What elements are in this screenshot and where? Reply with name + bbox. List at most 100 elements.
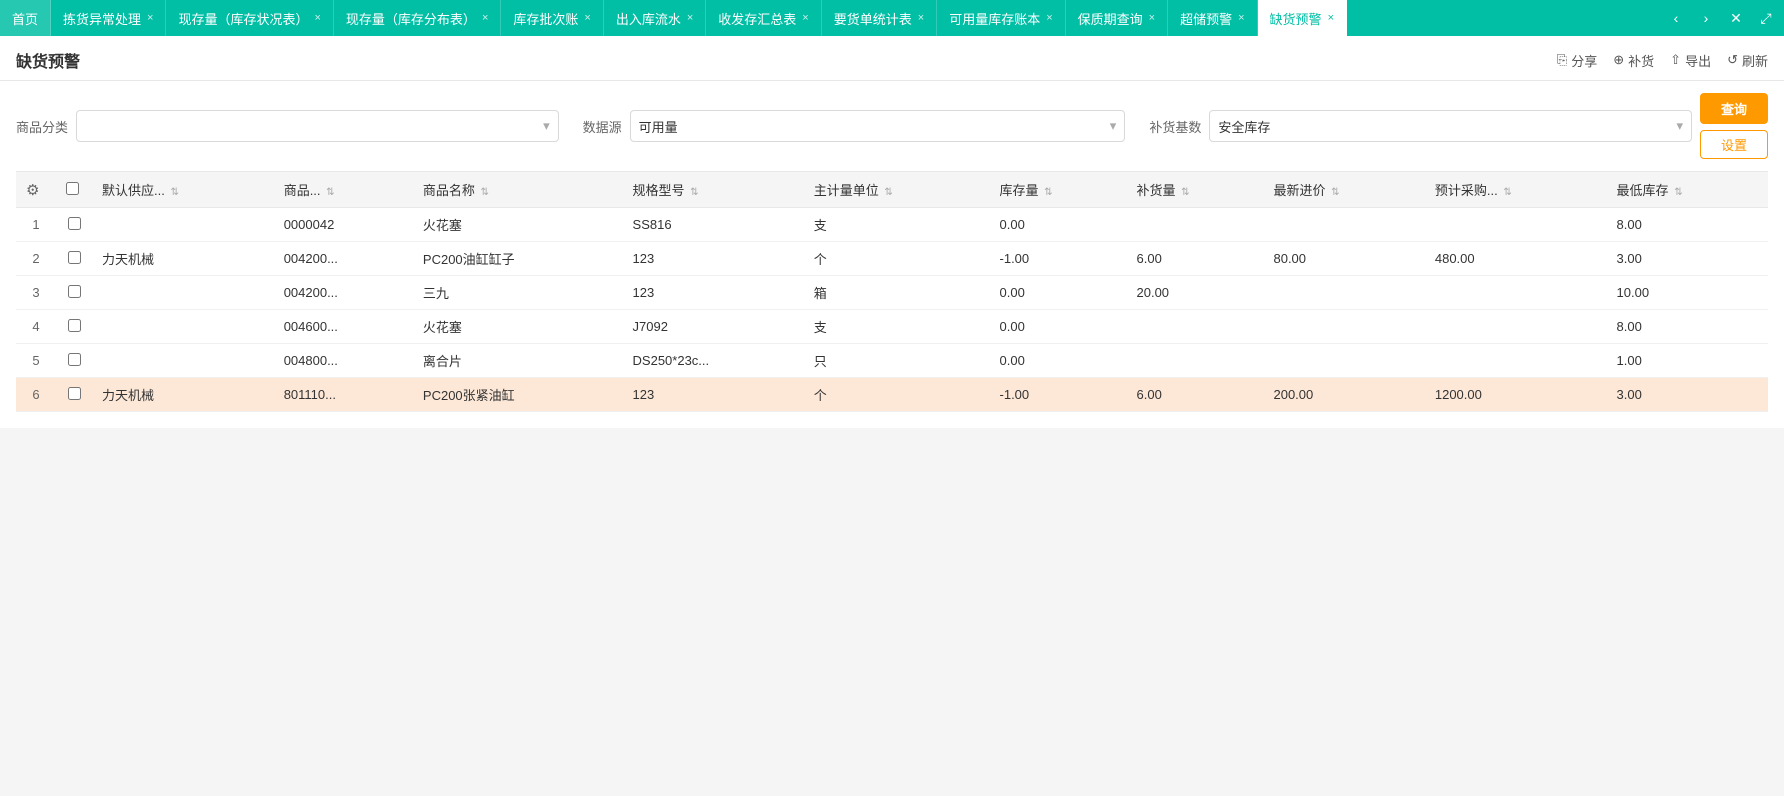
- sort-icon: ⇅: [1674, 187, 1682, 198]
- nav-next-button[interactable]: ›: [1692, 4, 1720, 32]
- cell-stock: 0.00: [990, 208, 1127, 242]
- filter-area: 商品分类 ▾ 数据源 可用量 ▾ 补货基数 安全库存 ▾ 查询 设置: [0, 81, 1784, 171]
- column-name[interactable]: 商品名称 ⇅: [413, 172, 623, 208]
- refresh-icon: ↺: [1727, 52, 1738, 68]
- close-icon[interactable]: ×: [147, 12, 153, 24]
- chevron-down-icon: ▾: [1676, 118, 1683, 134]
- replenish-select[interactable]: 安全库存 ▾: [1209, 110, 1692, 142]
- query-button[interactable]: 查询: [1700, 93, 1768, 124]
- column-settings[interactable]: ⚙: [16, 172, 56, 208]
- refresh-button[interactable]: ↺ 刷新: [1727, 51, 1768, 70]
- datasource-select[interactable]: 可用量 ▾: [630, 110, 1126, 142]
- close-icon[interactable]: ×: [1046, 12, 1052, 24]
- nav-prev-button[interactable]: ‹: [1662, 4, 1690, 32]
- datasource-value: 可用量: [639, 117, 678, 136]
- cell-replenish: [1127, 310, 1264, 344]
- column-spec[interactable]: 规格型号 ⇅: [623, 172, 804, 208]
- close-icon[interactable]: ×: [1328, 12, 1334, 24]
- nav-close-button[interactable]: ✕: [1722, 4, 1750, 32]
- row-checkbox-cell: [56, 276, 92, 310]
- row-checkbox[interactable]: [68, 285, 81, 298]
- column-checkbox: [56, 172, 92, 208]
- column-code[interactable]: 商品... ⇅: [274, 172, 413, 208]
- cell-name: 火花塞: [413, 310, 623, 344]
- export-button[interactable]: ⇧ 导出: [1670, 51, 1711, 70]
- table-row: 5 004800... 离合片 DS250*23c... 只 0.00 1.00: [16, 344, 1768, 378]
- cell-spec: 123: [623, 378, 804, 412]
- settings-button[interactable]: 设置: [1700, 130, 1768, 159]
- column-unit[interactable]: 主计量单位 ⇅: [804, 172, 990, 208]
- row-number: 4: [16, 310, 56, 344]
- cell-latest-price: [1263, 310, 1424, 344]
- cell-unit: 箱: [804, 276, 990, 310]
- gear-icon: ⚙: [26, 182, 39, 199]
- cell-code: 0000042: [274, 208, 413, 242]
- row-checkbox[interactable]: [68, 387, 81, 400]
- cell-latest-price: 80.00: [1263, 242, 1424, 276]
- cell-stock: -1.00: [990, 242, 1127, 276]
- nav-expand-button[interactable]: ⤢: [1752, 4, 1780, 32]
- cell-stock: 0.00: [990, 310, 1127, 344]
- sort-icon: ⇅: [1503, 187, 1511, 198]
- cell-name: 三九: [413, 276, 623, 310]
- nav-tab-overstock[interactable]: 超储预警 ×: [1168, 0, 1257, 36]
- nav-tab-picking[interactable]: 拣货异常处理 ×: [51, 0, 166, 36]
- cell-replenish: [1127, 208, 1264, 242]
- table-body: 1 0000042 火花塞 SS816 支 0.00 8.00 2 力天机械 0…: [16, 208, 1768, 412]
- cell-stock: 0.00: [990, 344, 1127, 378]
- close-icon[interactable]: ×: [918, 12, 924, 24]
- select-all-checkbox[interactable]: [66, 182, 79, 195]
- cell-code: 801110...: [274, 378, 413, 412]
- cell-spec: 123: [623, 242, 804, 276]
- nav-tab-stock1[interactable]: 现存量（库存状况表） ×: [166, 0, 333, 36]
- column-stock[interactable]: 库存量 ⇅: [990, 172, 1127, 208]
- cell-min-stock: 3.00: [1607, 242, 1768, 276]
- table-header-row: ⚙ 默认供应... ⇅ 商品... ⇅ 商品名称 ⇅: [16, 172, 1768, 208]
- nav-tab-stock2[interactable]: 现存量（库存分布表） ×: [334, 0, 501, 36]
- nav-tab-batch[interactable]: 库存批次账 ×: [501, 0, 603, 36]
- cell-supplier: 力天机械: [92, 242, 274, 276]
- nav-tab-home[interactable]: 首页: [0, 0, 51, 36]
- row-checkbox-cell: [56, 378, 92, 412]
- cell-unit: 个: [804, 242, 990, 276]
- sort-icon: ⇅: [481, 187, 489, 198]
- column-min-stock[interactable]: 最低库存 ⇅: [1607, 172, 1768, 208]
- row-checkbox[interactable]: [68, 353, 81, 366]
- close-icon[interactable]: ×: [802, 12, 808, 24]
- row-checkbox[interactable]: [68, 319, 81, 332]
- close-icon[interactable]: ×: [1149, 12, 1155, 24]
- row-checkbox[interactable]: [68, 251, 81, 264]
- cell-est-purchase: [1425, 208, 1607, 242]
- share-button[interactable]: ⎘ 分享: [1557, 51, 1597, 70]
- main-content: 缺货预警 ⎘ 分享 ⊕ 补货 ⇧ 导出 ↺ 刷新 商品分类: [0, 36, 1784, 428]
- row-checkbox[interactable]: [68, 217, 81, 230]
- cell-est-purchase: 1200.00: [1425, 378, 1607, 412]
- nav-tab-flow[interactable]: 出入库流水 ×: [604, 0, 706, 36]
- nav-tab-summary[interactable]: 收发存汇总表 ×: [706, 0, 821, 36]
- close-icon[interactable]: ×: [584, 12, 590, 24]
- close-icon[interactable]: ×: [687, 12, 693, 24]
- table-wrapper: ⚙ 默认供应... ⇅ 商品... ⇅ 商品名称 ⇅: [0, 171, 1784, 428]
- cell-spec: DS250*23c...: [623, 344, 804, 378]
- close-icon[interactable]: ×: [1238, 12, 1244, 24]
- cell-unit: 只: [804, 344, 990, 378]
- export-icon: ⇧: [1670, 52, 1681, 68]
- nav-bar: 首页 拣货异常处理 × 现存量（库存状况表） × 现存量（库存分布表） × 库存…: [0, 0, 1784, 36]
- cell-replenish: 6.00: [1127, 242, 1264, 276]
- row-checkbox-cell: [56, 310, 92, 344]
- column-est-purchase[interactable]: 预计采购... ⇅: [1425, 172, 1607, 208]
- nav-tab-order[interactable]: 要货单统计表 ×: [822, 0, 937, 36]
- category-select[interactable]: ▾: [76, 110, 559, 142]
- column-supplier[interactable]: 默认供应... ⇅: [92, 172, 274, 208]
- nav-tab-available[interactable]: 可用量库存账本 ×: [937, 0, 1065, 36]
- row-number: 6: [16, 378, 56, 412]
- nav-tab-expiry[interactable]: 保质期查询 ×: [1066, 0, 1168, 36]
- nav-tab-shortage[interactable]: 缺货预警 ×: [1258, 0, 1347, 36]
- close-icon[interactable]: ×: [482, 12, 488, 24]
- close-icon[interactable]: ×: [314, 12, 320, 24]
- column-latest-price[interactable]: 最新进价 ⇅: [1263, 172, 1424, 208]
- replenish-button[interactable]: ⊕ 补货: [1613, 51, 1654, 70]
- column-replenish[interactable]: 补货量 ⇅: [1127, 172, 1264, 208]
- cell-unit: 支: [804, 208, 990, 242]
- sort-icon: ⇅: [884, 187, 892, 198]
